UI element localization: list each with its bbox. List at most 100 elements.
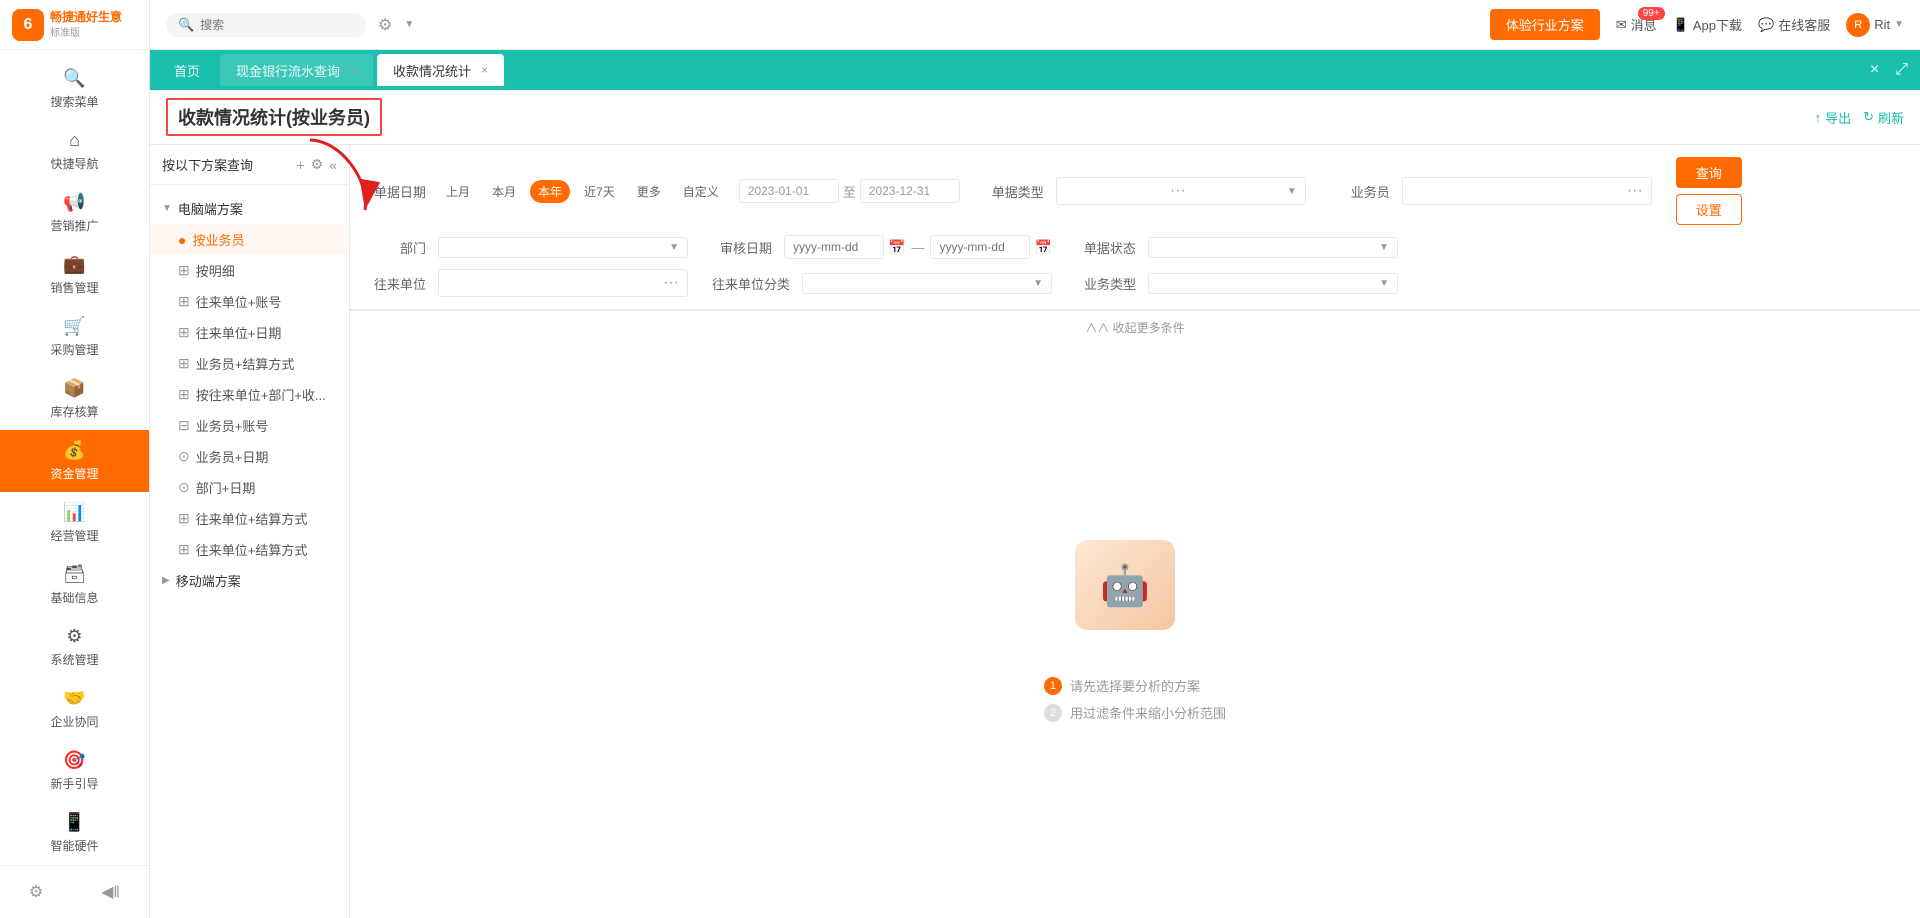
panel-settings-icon[interactable]: ⚙ — [311, 156, 324, 173]
sidebar-item-inventory[interactable]: 📦 库存核算 — [0, 368, 149, 430]
topbar-right: 体验行业方案 ✉ 消息 99+ 📱 App下载 💬 在线客服 R Rit — [1490, 9, 1904, 40]
sidebar-item-enterprise-collab[interactable]: 🤝 企业协同 — [0, 678, 149, 740]
review-date-from-cal-icon[interactable]: 📅 — [888, 239, 905, 256]
tree-item-label-sp-settle: 业务员+结算方式 — [196, 354, 295, 373]
salesperson-select[interactable]: ··· — [1402, 177, 1652, 205]
collapse-sidebar-icon[interactable]: ◀‖ — [95, 876, 126, 908]
topbar-search-input[interactable] — [200, 18, 320, 32]
review-date-to[interactable] — [930, 235, 1030, 259]
query-button[interactable]: 查询 — [1676, 157, 1742, 188]
review-date-from[interactable] — [784, 235, 884, 259]
sidebar-item-label-quick: 快捷导航 — [50, 155, 98, 172]
tree-item-label-dept-date: 部门+日期 — [196, 478, 256, 497]
tree-item-dept-date[interactable]: ⊙ 部门+日期 — [150, 472, 349, 503]
tree-group-mobile-header[interactable]: ▶ 移动端方案 — [150, 565, 349, 596]
app-download-icon: 📱 — [1673, 17, 1689, 33]
tree-group-mobile-label: 移动端方案 — [176, 571, 241, 590]
dept-select[interactable]: ▼ — [438, 237, 688, 258]
tree-item-icon-detail: ⊞ — [178, 262, 190, 279]
online-service-label: 在线客服 — [1778, 15, 1830, 34]
sidebar-item-capital[interactable]: 💰 资金管理 — [0, 430, 149, 492]
topbar-search-box[interactable]: 🔍 — [166, 13, 366, 37]
messages-action[interactable]: ✉ 消息 99+ — [1616, 15, 1657, 34]
date-from-input[interactable] — [739, 179, 839, 203]
collapse-label: 收起更多条件 — [1113, 321, 1185, 335]
trial-button[interactable]: 体验行业方案 — [1490, 9, 1600, 40]
date-btn-7days[interactable]: 近7天 — [576, 180, 623, 203]
smart-hardware-icon: 📱 — [63, 812, 85, 833]
tab-bank-flow-close[interactable]: × — [350, 63, 357, 77]
sidebar-item-label-system: 系统管理 — [50, 651, 98, 668]
tree-item-salesperson-account[interactable]: ⊟ 业务员+账号 — [150, 410, 349, 441]
refresh-btn[interactable]: ↻ 刷新 — [1863, 108, 1904, 127]
tree-item-partner-date[interactable]: ⊞ 往来单位+日期 — [150, 317, 349, 348]
tree-item-by-salesperson[interactable]: ● 按业务员 — [150, 224, 349, 255]
tab-home[interactable]: 首页 — [158, 54, 216, 86]
date-to-input[interactable] — [860, 179, 960, 203]
tree-item-partner-settlement1[interactable]: ⊞ 往来单位+结算方式 — [150, 503, 349, 534]
basic-icon: 🗃 — [63, 564, 86, 585]
doc-status-label: 单据状态 — [1076, 238, 1136, 257]
sidebar-item-purchase[interactable]: 🛒 采购管理 — [0, 306, 149, 368]
sidebar-item-search-menu[interactable]: 🔍 搜索菜单 — [0, 58, 149, 120]
tab-collection-stats[interactable]: 收款情况统计 × — [377, 54, 504, 86]
tree-group-desktop-header[interactable]: ▼ 电脑端方案 — [150, 193, 349, 224]
doc-type-dots[interactable]: ··· — [1170, 182, 1186, 200]
tree-item-icon-partner-account: ⊞ — [178, 293, 190, 310]
settings-button[interactable]: 设置 — [1676, 194, 1742, 225]
tree-item-partner-account[interactable]: ⊞ 往来单位+账号 — [150, 286, 349, 317]
close-window-btn[interactable]: × — [1866, 57, 1883, 83]
collapse-bar[interactable]: ∧∧ 收起更多条件 — [350, 310, 1920, 344]
sidebar-item-operation[interactable]: 📊 经营管理 — [0, 492, 149, 554]
topbar-search-icon: 🔍 — [178, 17, 194, 33]
tree-item-salesperson-settlement[interactable]: ⊞ 业务员+结算方式 — [150, 348, 349, 379]
user-action[interactable]: R Rit ▼ — [1846, 13, 1904, 37]
app-download-action[interactable]: 📱 App下载 — [1673, 15, 1742, 34]
partner-dots[interactable]: ··· — [663, 274, 679, 292]
tab-bank-flow-label: 现金银行流水查询 — [236, 61, 340, 80]
sales-icon: 💼 — [63, 254, 85, 275]
partner-select[interactable]: ··· — [438, 269, 688, 297]
business-type-select[interactable]: ▼ — [1148, 273, 1398, 294]
date-btn-this-year[interactable]: 本年 — [530, 180, 570, 203]
salesperson-dots[interactable]: ··· — [1627, 182, 1643, 200]
tab-collection-stats-close[interactable]: × — [481, 63, 488, 77]
date-btn-this-month[interactable]: 本月 — [484, 180, 524, 203]
sidebar-item-quick-nav[interactable]: ⌂ 快捷导航 — [0, 120, 149, 182]
sidebar-item-system[interactable]: ⚙ 系统管理 — [0, 616, 149, 678]
date-btn-last-month[interactable]: 上月 — [438, 180, 478, 203]
doc-type-arrow: ▼ — [1287, 186, 1297, 197]
topbar-gear-icon[interactable]: ⚙ — [378, 15, 392, 35]
sidebar-item-basic[interactable]: 🗃 基础信息 — [0, 554, 149, 616]
tree-group-mobile: ▶ 移动端方案 — [150, 565, 349, 596]
tab-bank-flow[interactable]: 现金银行流水查询 × — [220, 54, 373, 86]
tree-item-icon-partner-date: ⊞ — [178, 324, 190, 341]
sidebar-item-new-guide[interactable]: 🎯 新手引导 — [0, 740, 149, 802]
topbar-dropdown-arrow[interactable]: ▼ — [404, 19, 414, 30]
settings-bottom-icon[interactable]: ⚙ — [23, 876, 49, 908]
online-service-action[interactable]: 💬 在线客服 — [1758, 15, 1830, 34]
tree-item-by-detail[interactable]: ⊞ 按明细 — [150, 255, 349, 286]
date-btn-more[interactable]: 更多 — [629, 180, 669, 203]
sidebar-item-marketing[interactable]: 📢 营销推广 — [0, 182, 149, 244]
tree-item-partner-settlement2[interactable]: ⊞ 往来单位+结算方式 — [150, 534, 349, 565]
doc-status-select[interactable]: ▼ — [1148, 237, 1398, 258]
sidebar-item-smart-hardware[interactable]: 📱 智能硬件 — [0, 802, 149, 864]
panel-collapse-icon[interactable]: « — [329, 157, 337, 173]
date-btn-custom[interactable]: 自定义 — [675, 180, 727, 203]
tree-item-salesperson-date[interactable]: ⊙ 业务员+日期 — [150, 441, 349, 472]
partner-category-select[interactable]: ▼ — [802, 273, 1052, 294]
tip-num-1: 1 — [1044, 677, 1062, 695]
page-title-box: 收款情况统计(按业务员) — [166, 98, 382, 136]
export-btn[interactable]: ↑ 导出 — [1815, 108, 1852, 127]
capital-icon: 💰 — [63, 440, 85, 461]
review-date-to-cal-icon[interactable]: 📅 — [1034, 239, 1051, 256]
tree-item-icon-dept-date: ⊙ — [178, 479, 190, 496]
doc-type-select[interactable]: ··· ▼ — [1056, 177, 1306, 205]
tip-text-2: 用过滤条件来缩小分析范围 — [1070, 703, 1226, 722]
sidebar-item-label-collab: 企业协同 — [50, 713, 98, 730]
sidebar-item-sales[interactable]: 💼 销售管理 — [0, 244, 149, 306]
tree-item-partner-dept-collection[interactable]: ⊞ 按往来单位+部门+收... — [150, 379, 349, 410]
panel-add-icon[interactable]: + — [296, 157, 304, 173]
expand-window-btn[interactable]: ⤢ — [1891, 57, 1912, 83]
